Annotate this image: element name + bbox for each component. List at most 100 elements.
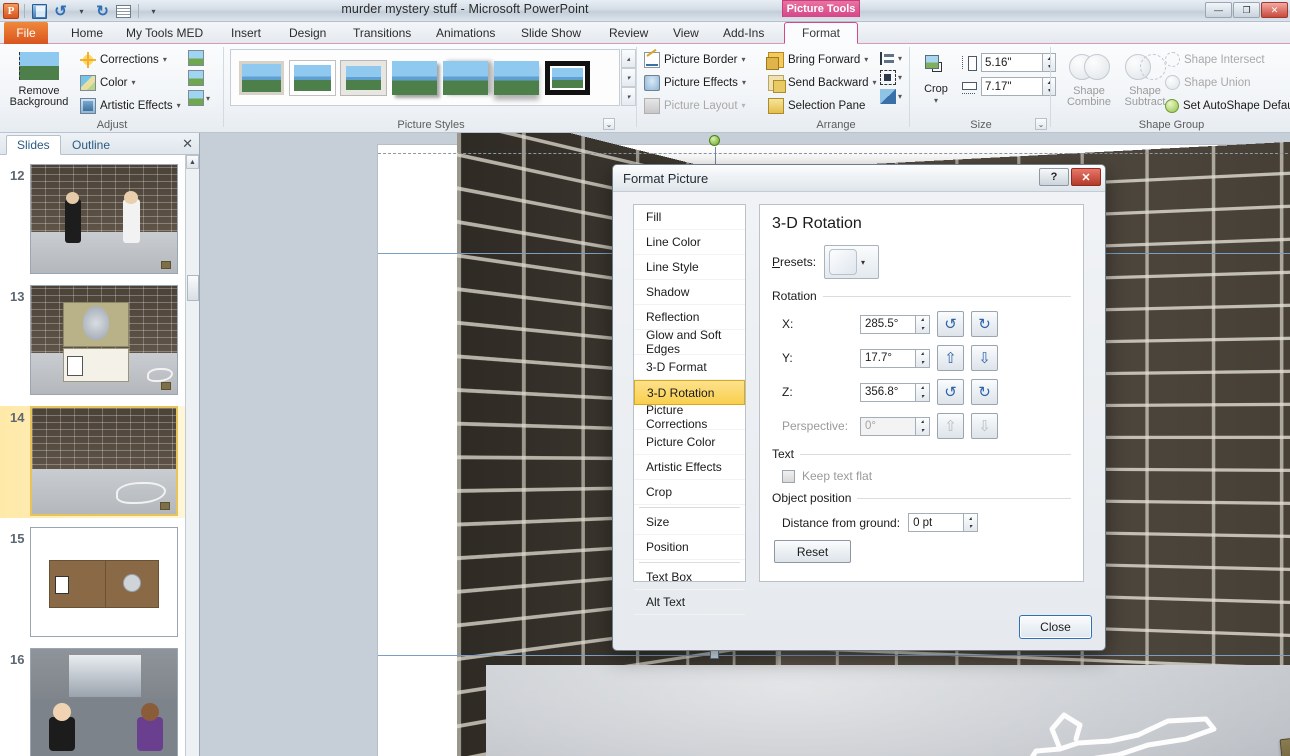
chevron-down-icon-4[interactable]: ▾ xyxy=(206,94,210,103)
picture-style-3[interactable] xyxy=(392,60,437,95)
y-rotation-stepper[interactable]: ▴ ▾ xyxy=(916,348,930,368)
chevron-down-icon-11[interactable]: ▾ xyxy=(898,73,902,82)
slide-thumbnail[interactable] xyxy=(30,164,178,274)
reset-picture-icon[interactable] xyxy=(188,90,204,106)
rotate-x-right-button[interactable]: ↻ xyxy=(971,311,998,337)
reset-button[interactable]: Reset xyxy=(774,540,851,563)
size-dialog-launcher[interactable]: ⌄ xyxy=(1035,118,1047,130)
dialog-nav-list[interactable]: Fill Line Color Line Style Shadow Reflec… xyxy=(633,204,746,615)
persp-up-icon[interactable]: ▴ xyxy=(916,418,929,427)
presets-dropdown-button[interactable]: ▾ xyxy=(824,245,879,279)
tab-home[interactable]: Home xyxy=(62,22,112,44)
list-item[interactable]: 16 xyxy=(0,648,185,756)
rotate-z-cw-button[interactable]: ↻ xyxy=(971,379,998,405)
nav-item-line-style[interactable]: Line Style xyxy=(634,255,745,280)
dialog-close-icon[interactable]: ✕ xyxy=(1071,168,1101,186)
shape-width-input[interactable] xyxy=(981,77,1043,96)
send-backward-button[interactable]: Send Backward ▾ xyxy=(768,73,877,93)
chevron-down-icon-13[interactable]: ▾ xyxy=(934,95,938,107)
picture-style-5[interactable] xyxy=(494,60,539,95)
dialog-help-button[interactable]: ? xyxy=(1039,168,1069,186)
keep-text-flat-checkbox[interactable] xyxy=(782,469,795,483)
chevron-down-icon-12[interactable]: ▾ xyxy=(898,92,902,101)
tab-design[interactable]: Design xyxy=(280,22,335,44)
nav-item-reflection[interactable]: Reflection xyxy=(634,305,745,330)
nav-item-alt-text[interactable]: Alt Text xyxy=(634,590,745,615)
slides-pane-scrollbar[interactable]: ▲ xyxy=(185,155,199,756)
gallery-scroll-down-icon[interactable]: ▾ xyxy=(621,68,636,87)
scroll-up-icon[interactable]: ▲ xyxy=(186,155,199,169)
shape-height-input[interactable] xyxy=(981,53,1043,72)
shape-height-stepper[interactable]: ▴▾ xyxy=(981,53,1056,72)
nav-item-position[interactable]: Position xyxy=(634,535,745,560)
distance-from-ground-input[interactable] xyxy=(908,513,965,532)
slide-thumbnail-current[interactable] xyxy=(30,406,178,516)
list-item[interactable]: 13 xyxy=(0,285,185,397)
shape-intersect-button[interactable]: Shape Intersect xyxy=(1165,50,1290,69)
set-autoshape-default-button[interactable]: Set AutoShape Defau xyxy=(1165,96,1290,115)
nav-item-size[interactable]: Size xyxy=(634,510,745,535)
nav-item-shadow[interactable]: Shadow xyxy=(634,280,745,305)
perspective-widen-button[interactable]: ⇩ xyxy=(971,413,998,439)
nav-item-glow-and-soft-edges[interactable]: Glow and Soft Edges xyxy=(634,328,745,356)
picture-style-6-selected[interactable] xyxy=(545,60,590,95)
list-item[interactable]: 15 xyxy=(0,527,185,639)
tab-review[interactable]: Review xyxy=(600,22,657,44)
group-objects-icon[interactable] xyxy=(880,70,896,85)
gallery-scroll[interactable]: ▴ ▾ ▾ xyxy=(621,49,636,106)
slide-thumbnail[interactable] xyxy=(30,648,178,756)
color-button[interactable]: Color ▾ xyxy=(80,73,181,92)
rotate-icon[interactable] xyxy=(880,89,896,104)
tab-transitions[interactable]: Transitions xyxy=(344,22,420,44)
scrollbar-thumb[interactable] xyxy=(187,275,199,301)
y-down-icon[interactable]: ▾ xyxy=(916,358,929,367)
nav-item-text-box[interactable]: Text Box xyxy=(634,565,745,590)
z-up-icon[interactable]: ▴ xyxy=(916,384,929,393)
tab-outline[interactable]: Outline xyxy=(62,135,120,155)
nav-item-picture-color[interactable]: Picture Color xyxy=(634,430,745,455)
rotate-z-ccw-button[interactable]: ↺ xyxy=(937,379,964,405)
gallery-scroll-up-icon[interactable]: ▴ xyxy=(621,49,636,68)
tab-view[interactable]: View xyxy=(664,22,708,44)
y-rotation-input[interactable] xyxy=(860,348,916,368)
z-down-icon[interactable]: ▾ xyxy=(916,392,929,401)
tab-animations[interactable]: Animations xyxy=(427,22,504,44)
nav-item-line-color[interactable]: Line Color xyxy=(634,230,745,255)
tab-my-tools-med[interactable]: My Tools MED xyxy=(117,22,212,44)
perspective-input[interactable] xyxy=(860,416,916,436)
tab-format[interactable]: Format xyxy=(784,22,858,44)
crop-button[interactable]: Crop ▾ xyxy=(913,50,959,107)
chevron-down-icon-8[interactable]: ▾ xyxy=(864,55,868,64)
rotation-handle[interactable] xyxy=(709,135,720,146)
rotate-x-left-button[interactable]: ↺ xyxy=(937,311,964,337)
chevron-down-icon[interactable]: ▾ xyxy=(163,55,167,64)
x-down-icon[interactable]: ▾ xyxy=(916,324,929,333)
dialog-close-button[interactable]: Close xyxy=(1019,615,1092,639)
restore-button[interactable]: ❐ xyxy=(1233,2,1260,18)
slide-thumbnail[interactable] xyxy=(30,527,178,637)
z-rotation-input[interactable] xyxy=(860,382,916,402)
distance-up-icon[interactable]: ▴ xyxy=(964,514,977,523)
picture-style-2[interactable] xyxy=(341,60,386,95)
chevron-down-icon-presets[interactable]: ▾ xyxy=(861,258,865,267)
picture-styles-dialog-launcher[interactable]: ⌄ xyxy=(603,118,615,130)
rotate-y-up-button[interactable]: ⇧ xyxy=(937,345,964,371)
rotate-y-down-button[interactable]: ⇩ xyxy=(971,345,998,371)
picture-style-0[interactable] xyxy=(239,60,284,95)
corrections-button[interactable]: Corrections ▾ xyxy=(80,50,181,69)
tab-insert[interactable]: Insert xyxy=(222,22,270,44)
compress-pictures-icon[interactable] xyxy=(188,50,204,66)
persp-down-icon[interactable]: ▾ xyxy=(916,426,929,435)
selection-pane-button[interactable]: Selection Pane xyxy=(768,96,877,115)
nav-item-fill[interactable]: Fill xyxy=(634,205,745,230)
chevron-down-icon-9[interactable]: ▾ xyxy=(873,78,877,87)
tab-slides[interactable]: Slides xyxy=(6,135,61,155)
distance-stepper[interactable]: ▴ ▾ xyxy=(964,513,979,532)
y-up-icon[interactable]: ▴ xyxy=(916,350,929,359)
shape-width-stepper[interactable]: ▴▾ xyxy=(981,77,1056,96)
picture-styles-gallery[interactable] xyxy=(230,49,620,106)
chevron-down-icon-5[interactable]: ▾ xyxy=(742,55,746,64)
chevron-down-icon-7[interactable]: ▾ xyxy=(742,101,746,110)
x-rotation-input[interactable] xyxy=(860,314,916,334)
picture-style-1[interactable] xyxy=(290,60,335,95)
